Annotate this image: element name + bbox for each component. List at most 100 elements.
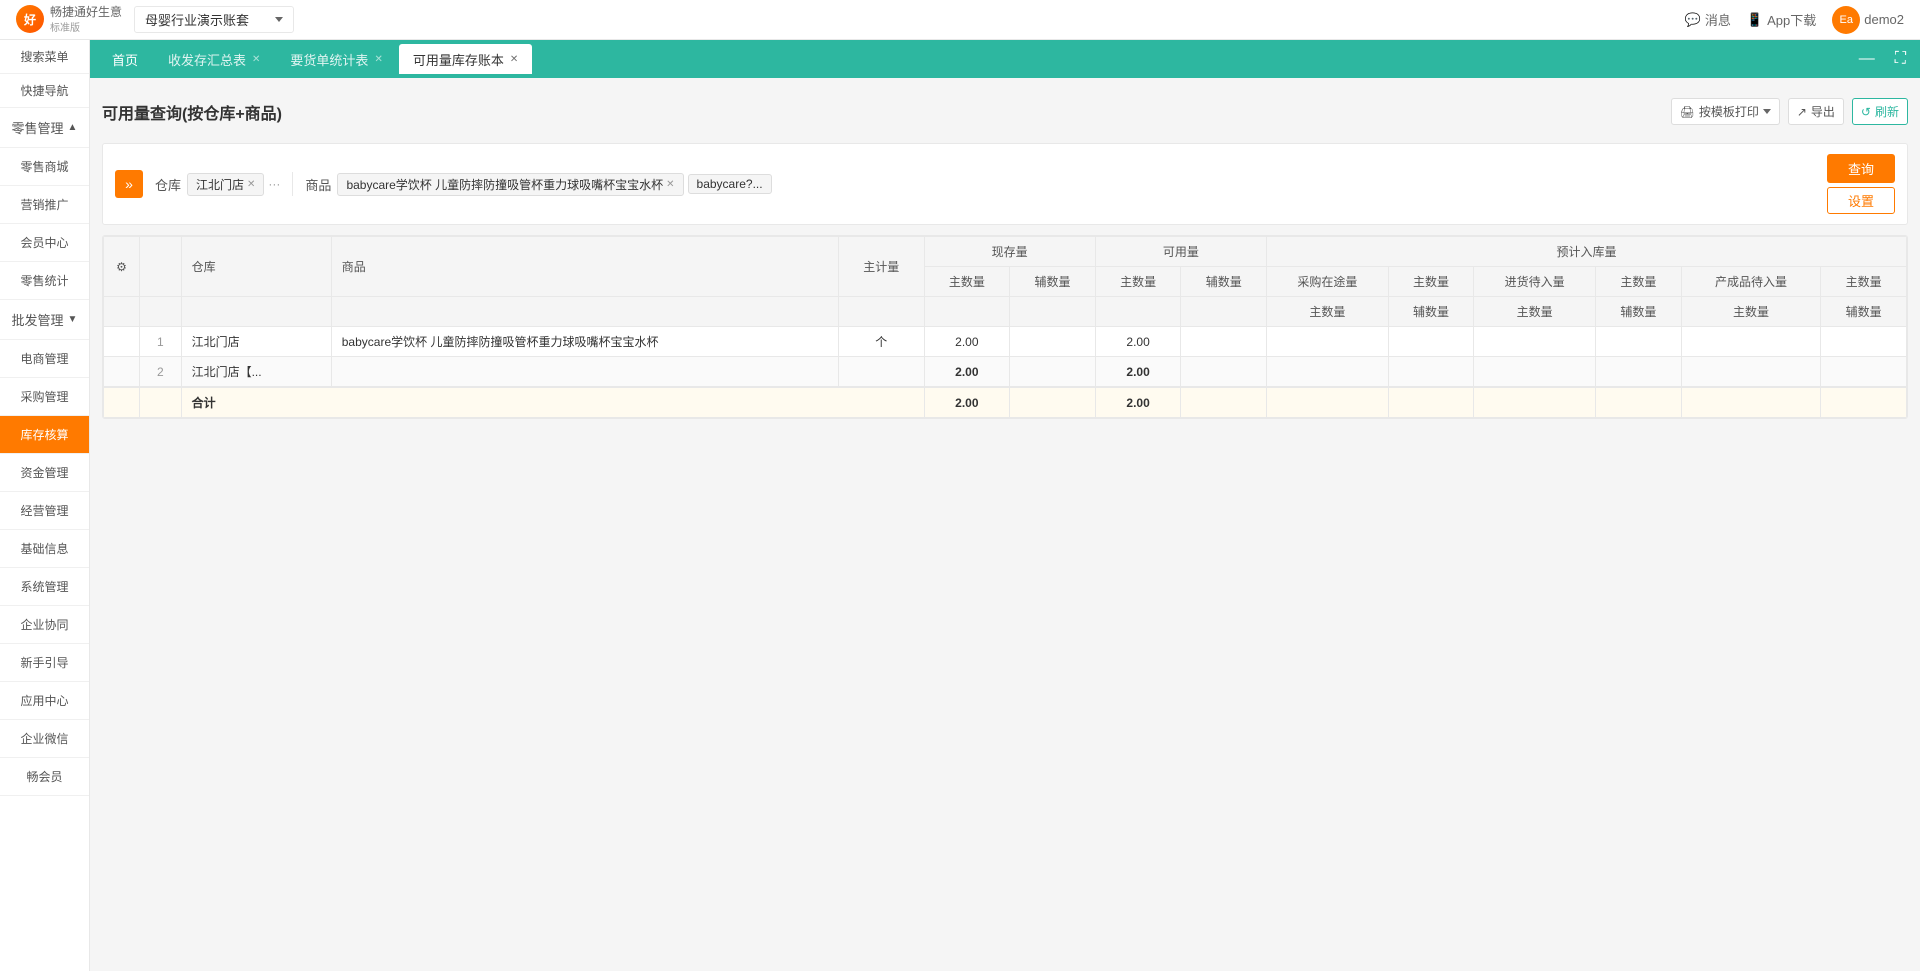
product-tag-babycare2[interactable]: babycare?... — [688, 174, 772, 194]
product-filter-group: 商品 babycare学饮杯 儿童防摔防撞吸管杯重力球吸嘴杯宝宝水杯 ✕ bab… — [305, 173, 771, 196]
sidebar-item-label: 企业协同 — [20, 616, 68, 633]
warehouse-tag-close-icon[interactable]: ✕ — [247, 179, 255, 190]
tab-maximize-button[interactable]: ⛶ — [1889, 48, 1912, 70]
settings-button[interactable]: 设置 — [1827, 187, 1895, 214]
sidebar-item-label: 电商管理 — [20, 350, 68, 367]
message-action[interactable]: 💬 消息 — [1685, 10, 1731, 29]
product-tag-babycare[interactable]: babycare学饮杯 儿童防摔防撞吸管杯重力球吸嘴杯宝宝水杯 ✕ — [337, 173, 683, 196]
refresh-button[interactable]: ↺ 刷新 — [1852, 98, 1908, 125]
sidebar-item-label: 库存核算 — [20, 426, 68, 443]
cell-available-aux — [1181, 357, 1267, 388]
top-bar: 好 畅捷通好生意 标准版 母婴行业演示账套 💬 消息 📱 App下载 Ea de… — [0, 0, 1920, 40]
warehouse-filter-label: 仓库 — [155, 175, 181, 194]
sidebar-item-purchase[interactable]: 采购管理 — [0, 378, 89, 416]
sidebar-item-retail-stats[interactable]: 零售统计 — [0, 262, 89, 300]
tab-available-stock[interactable]: 可用量库存账本 ✕ — [399, 44, 532, 74]
tab-order-stats[interactable]: 要货单统计表 ✕ — [276, 44, 396, 74]
cell-stock-aux — [1010, 327, 1096, 357]
tab-label: 要货单统计表 — [290, 50, 368, 69]
print-icon: 🖨 — [1680, 105, 1695, 119]
sidebar-item-finance[interactable]: 资金管理 — [0, 454, 89, 492]
export-button[interactable]: ↗ 导出 — [1788, 98, 1844, 125]
app-download-label: App下载 — [1767, 10, 1816, 29]
sidebar-item-operations[interactable]: 经营管理 — [0, 492, 89, 530]
cell-incoming-main — [1474, 357, 1596, 388]
th-stock-group: 现存量 — [924, 237, 1095, 267]
cell-production-main — [1681, 327, 1821, 357]
sidebar-item-label: 批发管理 — [12, 310, 64, 329]
footer-available-main: 2.00 — [1095, 387, 1181, 418]
sidebar-item-label: 零售统计 — [20, 272, 68, 289]
print-button[interactable]: 🖨 按模板打印 — [1671, 98, 1780, 125]
table-header-row-3: 主数量 辅数量 主数量 辅数量 主数量 辅数量 — [104, 297, 1907, 327]
user-action[interactable]: Ea demo2 — [1832, 6, 1904, 34]
app-download-action[interactable]: 📱 App下载 — [1747, 10, 1816, 29]
cell-available-main: 2.00 — [1095, 357, 1181, 388]
print-chevron — [1763, 109, 1771, 114]
tab-close-icon[interactable]: ✕ — [252, 54, 260, 65]
th-index — [140, 237, 182, 297]
app-icon: 📱 — [1747, 12, 1763, 28]
content-area: 首页 收发存汇总表 ✕ 要货单统计表 ✕ 可用量库存账本 ✕ — ⛶ — [90, 40, 1920, 971]
cell-stock-main: 2.00 — [924, 327, 1010, 357]
tab-label: 收发存汇总表 — [168, 50, 246, 69]
sidebar-item-enterprise-wechat[interactable]: 企业微信 — [0, 720, 89, 758]
th-incoming-main: 主数量 — [1596, 267, 1682, 297]
sidebar-item-marketing[interactable]: 营销推广 — [0, 186, 89, 224]
refresh-label: 刷新 — [1875, 103, 1899, 120]
company-selector[interactable]: 母婴行业演示账套 — [134, 6, 294, 33]
footer-stock-main: 2.00 — [924, 387, 1010, 418]
th-purchase-group: 采购在途量 — [1267, 267, 1389, 297]
warehouse-tag-jiangbei[interactable]: 江北门店 ✕ — [187, 173, 264, 196]
th-production-sub-main: 主数量 — [1681, 297, 1821, 327]
cell-production-aux — [1821, 327, 1907, 357]
sidebar-item-wholesale-mgmt[interactable]: 批发管理 ▼ — [0, 300, 89, 340]
settings-label: 设置 — [1848, 194, 1874, 209]
product-tag-close-icon[interactable]: ✕ — [666, 179, 674, 190]
sidebar-search[interactable]: 搜索菜单 — [0, 40, 89, 74]
query-button[interactable]: 查询 — [1827, 154, 1895, 183]
tab-close-icon[interactable]: ✕ — [510, 54, 518, 65]
sidebar-item-newbie[interactable]: 新手引导 — [0, 644, 89, 682]
cell-checkbox — [104, 357, 140, 388]
tab-minimize-button[interactable]: — — [1853, 48, 1881, 70]
sidebar-item-label: 畅会员 — [26, 768, 62, 785]
sidebar-item-retail-mgmt[interactable]: 零售管理 ▲ — [0, 108, 89, 148]
sidebar-item-label: 采购管理 — [20, 388, 68, 405]
sidebar-item-label: 资金管理 — [20, 464, 68, 481]
cell-production-aux — [1821, 357, 1907, 388]
table-header-row-1: ⚙ 仓库 商品 主计量 现存量 — [104, 237, 1907, 267]
sidebar-item-inventory[interactable]: 库存核算 — [0, 416, 89, 454]
cell-unit — [838, 357, 924, 388]
table-footer-row: 合计 2.00 2.00 — [104, 387, 1907, 418]
th-warehouse: 仓库 — [181, 237, 331, 297]
tab-receipts[interactable]: 收发存汇总表 ✕ — [154, 44, 274, 74]
th-forecast-group: 预计入库量 — [1267, 237, 1907, 267]
warehouse-more-icon[interactable]: ··· — [268, 177, 280, 191]
th-production-main: 主数量 — [1821, 267, 1907, 297]
refresh-icon: ↺ — [1861, 105, 1871, 119]
tab-close-icon[interactable]: ✕ — [374, 54, 382, 65]
page-title: 可用量查询(按仓库+商品) — [102, 100, 282, 124]
cell-incoming-main — [1474, 327, 1596, 357]
sidebar-item-system[interactable]: 系统管理 — [0, 568, 89, 606]
sidebar-item-ecommerce[interactable]: 电商管理 — [0, 340, 89, 378]
filter-expand-button[interactable]: » — [115, 170, 143, 198]
filter-area: » 仓库 江北门店 ✕ ··· 商品 — [102, 143, 1908, 225]
sidebar-item-enterprise[interactable]: 企业协同 — [0, 606, 89, 644]
message-label: 消息 — [1705, 10, 1731, 29]
sidebar-item-member[interactable]: 会员中心 — [0, 224, 89, 262]
cell-incoming-aux — [1596, 327, 1682, 357]
tab-home[interactable]: 首页 — [98, 46, 152, 73]
sidebar-item-basics[interactable]: 基础信息 — [0, 530, 89, 568]
product-filter-label: 商品 — [305, 175, 331, 194]
th-settings[interactable]: ⚙ — [104, 237, 140, 297]
logo-icon: 好 — [16, 5, 44, 33]
product-filter-tags: babycare学饮杯 儿童防摔防撞吸管杯重力球吸嘴杯宝宝水杯 ✕ babyca… — [337, 173, 771, 196]
th-incoming-sub-aux: 辅数量 — [1596, 297, 1682, 327]
sidebar-quick-nav[interactable]: 快捷导航 — [0, 74, 89, 108]
sidebar-item-label: 经营管理 — [20, 502, 68, 519]
sidebar-item-retail-mall[interactable]: 零售商城 — [0, 148, 89, 186]
sidebar-item-app-center[interactable]: 应用中心 — [0, 682, 89, 720]
sidebar-item-vip[interactable]: 畅会员 — [0, 758, 89, 796]
